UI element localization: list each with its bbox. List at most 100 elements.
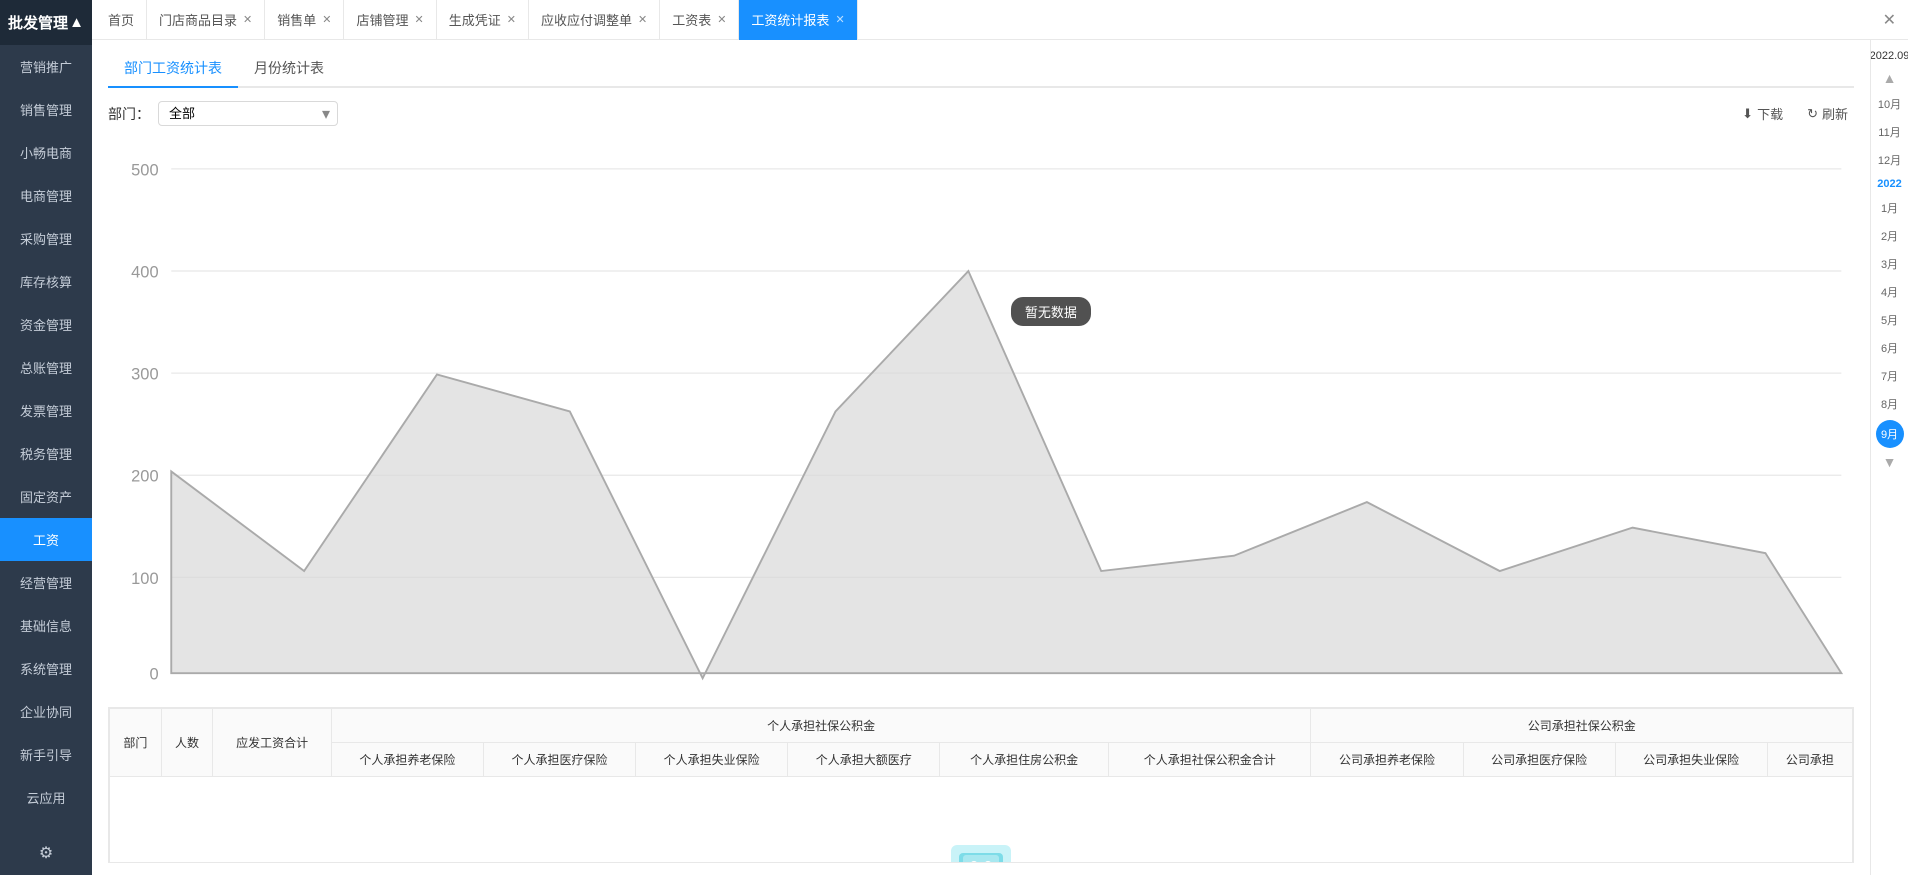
rp-month-2[interactable]: 2月 [1871, 222, 1908, 250]
content-area: 部门工资统计表 月份统计表 部门： 全部 [92, 40, 1908, 875]
tab-close-icon[interactable]: ✕ [415, 13, 424, 26]
download-button[interactable]: ⬇ 下载 [1736, 100, 1789, 127]
page-main: 部门工资统计表 月份统计表 部门： 全部 [92, 40, 1870, 875]
col-company-unemployment: 公司承担失业保险 [1615, 742, 1767, 776]
sidebar-item-system[interactable]: 系统管理 [0, 647, 92, 690]
tab-close-all-button[interactable]: ✕ [1875, 10, 1904, 30]
rp-month-9-active[interactable]: 9月 [1876, 420, 1904, 448]
sidebar-item-finance[interactable]: 资金管理 [0, 303, 92, 346]
col-company-other: 公司承担 [1767, 742, 1852, 776]
tab-label: 工资表 [672, 10, 711, 29]
sidebar-item-label: 系统管理 [20, 662, 72, 677]
rp-current-date: 2022.09 [1870, 46, 1908, 66]
rp-month-8[interactable]: 8月 [1871, 390, 1908, 418]
rp-down-arrow[interactable]: ▼ [1879, 450, 1901, 474]
tab-home[interactable]: 首页 [96, 0, 147, 40]
rp-up-arrow[interactable]: ▲ [1879, 66, 1901, 90]
rp-year-2022[interactable]: 2022 [1875, 174, 1903, 194]
dept-select[interactable]: 全部 [158, 101, 338, 126]
dept-filter-label: 部门： [108, 104, 150, 124]
sidebar-item-label: 资金管理 [20, 318, 72, 333]
area-chart: 500 400 300 200 100 0 [108, 137, 1854, 699]
tab-close-icon[interactable]: ✕ [243, 13, 252, 26]
toolbar-left: 部门： 全部 [108, 101, 338, 126]
sidebar-settings[interactable]: ⚙ [0, 831, 92, 875]
sidebar-item-label: 营销推广 [20, 60, 72, 75]
sidebar: 批发管理 ▲ 营销推广 销售管理 小畅电商 电商管理 采购管理 库存核算 资金管… [0, 0, 92, 875]
sidebar-item-cloud[interactable]: 云应用 [0, 776, 92, 819]
sidebar-item-ecommerce[interactable]: 电商管理 [0, 174, 92, 217]
chart-area: 500 400 300 200 100 0 [108, 137, 1854, 699]
sidebar-item-assets[interactable]: 固定资产 [0, 475, 92, 518]
tab-sales[interactable]: 销售单 ✕ [265, 0, 344, 40]
sidebar-item-guide[interactable]: 新手引导 [0, 733, 92, 776]
sidebar-item-ledger[interactable]: 总账管理 [0, 346, 92, 389]
sub-tab-dept[interactable]: 部门工资统计表 [108, 52, 238, 88]
sidebar-collapse-icon[interactable]: ▲ [69, 14, 84, 31]
col-personal-unemployment: 个人承担失业保险 [636, 742, 788, 776]
tab-bar: 首页 门店商品目录 ✕ 销售单 ✕ 店铺管理 ✕ 生成凭证 ✕ 应收应付调整单 … [92, 0, 1908, 40]
sidebar-item-marketing[interactable]: 营销推广 [0, 45, 92, 88]
sidebar-item-invoice[interactable]: 发票管理 [0, 389, 92, 432]
tab-store-catalog[interactable]: 门店商品目录 ✕ [147, 0, 265, 40]
sidebar-header[interactable]: 批发管理 ▲ [0, 0, 92, 45]
sidebar-item-basic-info[interactable]: 基础信息 [0, 604, 92, 647]
download-label: 下载 [1757, 104, 1783, 123]
tab-ar-ap[interactable]: 应收应付调整单 ✕ [529, 0, 660, 40]
sub-tab-dept-label: 部门工资统计表 [124, 60, 222, 76]
sidebar-item-label: 新手引导 [20, 748, 72, 763]
sidebar-item-label: 企业协同 [20, 705, 72, 720]
right-panel: 2022.09 ▲ 10月 11月 12月 2022 1月 2月 3月 4月 5… [1870, 40, 1908, 875]
sidebar-item-sales[interactable]: 销售管理 [0, 88, 92, 131]
rp-month-5[interactable]: 5月 [1871, 306, 1908, 334]
col-company-pension: 公司承担养老保险 [1311, 742, 1463, 776]
svg-text:0: 0 [149, 664, 158, 683]
sidebar-item-label: 小畅电商 [20, 146, 72, 161]
data-table[interactable]: 部门 人数 应发工资合计 个人承担社保公积金 公司承担社保公积金 个人承担养老保… [108, 707, 1854, 863]
tab-close-icon[interactable]: ✕ [717, 13, 726, 26]
tab-close-icon[interactable]: ✕ [322, 13, 331, 26]
tab-payroll-report[interactable]: 工资统计报表 ✕ [739, 0, 857, 40]
tab-close-icon[interactable]: ✕ [835, 13, 844, 26]
sidebar-item-payroll[interactable]: 工资 [0, 518, 92, 561]
rp-month-7[interactable]: 7月 [1871, 362, 1908, 390]
rp-month-6[interactable]: 6月 [1871, 334, 1908, 362]
rp-month-10[interactable]: 10月 [1871, 90, 1908, 118]
tab-close-icon[interactable]: ✕ [507, 13, 516, 26]
rp-month-4[interactable]: 4月 [1871, 278, 1908, 306]
tab-payroll[interactable]: 工资表 ✕ [660, 0, 739, 40]
settings-icon: ⚙ [39, 845, 53, 862]
col-personal-medical: 个人承担医疗保险 [483, 742, 635, 776]
tab-label: 店铺管理 [356, 10, 408, 29]
tab-label: 工资统计报表 [751, 10, 829, 29]
sidebar-item-collab[interactable]: 企业协同 [0, 690, 92, 733]
sidebar-item-label: 基础信息 [20, 619, 72, 634]
rp-month-12[interactable]: 12月 [1871, 146, 1908, 174]
svg-text:400: 400 [131, 262, 158, 281]
empty-state-container: 暂无数据 [116, 785, 1846, 863]
sidebar-item-label: 电商管理 [20, 189, 72, 204]
tab-label: 门店商品目录 [159, 10, 237, 29]
rp-month-3[interactable]: 3月 [1871, 250, 1908, 278]
rp-month-1[interactable]: 1月 [1871, 194, 1908, 222]
tab-label: 生成凭证 [449, 10, 501, 29]
refresh-button[interactable]: ↻ 刷新 [1801, 100, 1854, 127]
sub-tab-monthly[interactable]: 月份统计表 [238, 52, 340, 88]
svg-text:300: 300 [131, 364, 158, 383]
rp-month-11[interactable]: 11月 [1871, 118, 1908, 146]
dept-select-wrapper: 全部 [158, 101, 338, 126]
sidebar-item-purchase[interactable]: 采购管理 [0, 217, 92, 260]
col-personal-social: 个人承担社保公积金 [331, 708, 1311, 742]
sidebar-item-ecommerce-small[interactable]: 小畅电商 [0, 131, 92, 174]
sub-tab-bar: 部门工资统计表 月份统计表 [108, 52, 1854, 88]
tab-voucher[interactable]: 生成凭证 ✕ [437, 0, 529, 40]
sidebar-item-operations[interactable]: 经营管理 [0, 561, 92, 604]
sidebar-item-inventory[interactable]: 库存核算 [0, 260, 92, 303]
tab-close-icon[interactable]: ✕ [638, 13, 647, 26]
sidebar-item-label: 采购管理 [20, 232, 72, 247]
col-count: 人数 [161, 708, 213, 776]
tab-shop-mgmt[interactable]: 店铺管理 ✕ [344, 0, 436, 40]
svg-text:500: 500 [131, 160, 158, 179]
col-personal-major-medical: 个人承担大额医疗 [788, 742, 940, 776]
sidebar-item-tax[interactable]: 税务管理 [0, 432, 92, 475]
